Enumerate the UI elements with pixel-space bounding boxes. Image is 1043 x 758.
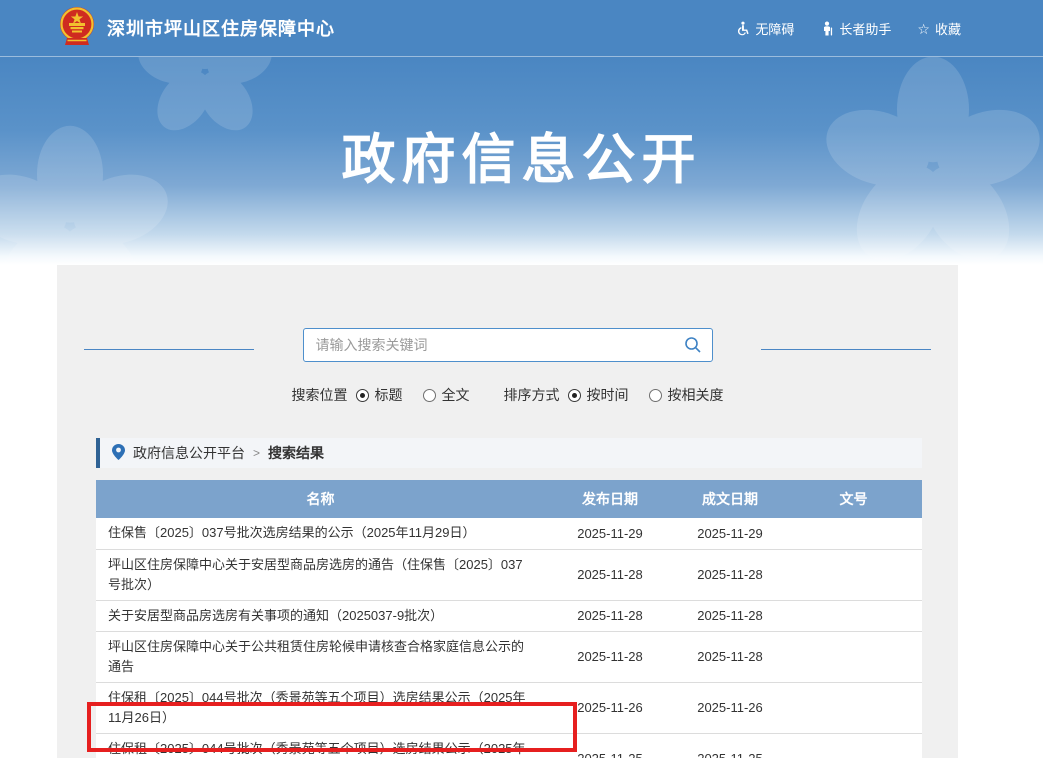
favorite-link[interactable]: ☆ 收藏 <box>917 19 961 38</box>
column-header-name: 名称 <box>96 480 545 518</box>
search-area <box>57 328 958 362</box>
location-pin-icon <box>112 444 125 463</box>
site-title[interactable]: 深圳市坪山区住房保障中心 <box>107 15 335 41</box>
radio-option-fulltext[interactable]: 全文 <box>423 385 470 405</box>
site-brand[interactable]: 深圳市坪山区住房保障中心 <box>57 5 335 52</box>
header-links: 无障碍 长者助手 ☆ 收藏 <box>735 0 961 57</box>
column-header-written-date: 成文日期 <box>675 480 785 518</box>
publish-date: 2025-11-28 <box>545 631 675 682</box>
table-row: 住保售〔2025〕037号批次选房结果的公示（2025年11月29日） 2025… <box>96 518 922 549</box>
page: 深圳市坪山区住房保障中心 无障碍 <box>0 0 1043 758</box>
elder-assist-label: 长者助手 <box>839 19 891 38</box>
publish-date: 2025-11-25 <box>545 733 675 758</box>
doc-number <box>785 631 922 682</box>
national-emblem-icon <box>57 5 97 52</box>
breadcrumb-current[interactable]: 搜索结果 <box>268 443 324 463</box>
publish-date: 2025-11-29 <box>545 518 675 549</box>
document-link[interactable]: 住保租〔2025〕044号批次（秀景苑等五个项目）选房结果公示（2025年11月… <box>96 733 545 758</box>
document-link[interactable]: 坪山区住房保障中心关于安居型商品房选房的通告（住保售〔2025〕037号批次） <box>96 549 545 600</box>
banner: 政府信息公开 <box>0 57 1043 265</box>
written-date: 2025-11-28 <box>675 549 785 600</box>
written-date: 2025-11-28 <box>675 631 785 682</box>
document-link[interactable]: 住保租〔2025〕044号批次（秀景苑等五个项目）选房结果公示（2025年11月… <box>96 682 545 733</box>
accessibility-icon <box>735 21 750 36</box>
radio-icon[interactable] <box>356 389 369 402</box>
top-header: 深圳市坪山区住房保障中心 无障碍 <box>0 0 1043 57</box>
publish-date: 2025-11-28 <box>545 600 675 631</box>
elder-assist-icon <box>820 21 834 36</box>
table-row: 关于安居型商品房选房有关事项的通知（2025037-9批次） 2025-11-2… <box>96 600 922 631</box>
radio-label: 按相关度 <box>668 385 724 405</box>
written-date: 2025-11-25 <box>675 733 785 758</box>
accessibility-link[interactable]: 无障碍 <box>735 19 794 38</box>
search-input[interactable] <box>304 329 712 361</box>
favorite-label: 收藏 <box>935 19 961 38</box>
breadcrumb-separator: > <box>253 446 260 460</box>
radio-label: 标题 <box>375 385 403 405</box>
search-position-label: 搜索位置 <box>292 385 348 405</box>
doc-number <box>785 733 922 758</box>
written-date: 2025-11-26 <box>675 682 785 733</box>
radio-option-byrelevance[interactable]: 按相关度 <box>649 385 724 405</box>
table-row: 坪山区住房保障中心关于安居型商品房选房的通告（住保售〔2025〕037号批次） … <box>96 549 922 600</box>
doc-number <box>785 549 922 600</box>
radio-option-title[interactable]: 标题 <box>356 385 403 405</box>
doc-number <box>785 600 922 631</box>
doc-number <box>785 518 922 549</box>
elder-assist-link[interactable]: 长者助手 <box>820 19 891 38</box>
search-box <box>303 328 713 362</box>
document-link[interactable]: 坪山区住房保障中心关于公共租赁住房轮候申请核查合格家庭信息公示的通告 <box>96 631 545 682</box>
page-title: 政府信息公开 <box>0 115 1043 194</box>
table-header-row: 名称 发布日期 成文日期 文号 <box>96 480 922 518</box>
column-header-publish-date: 发布日期 <box>545 480 675 518</box>
publish-date: 2025-11-28 <box>545 549 675 600</box>
table-row: 坪山区住房保障中心关于公共租赁住房轮候申请核查合格家庭信息公示的通告 2025-… <box>96 631 922 682</box>
accessibility-label: 无障碍 <box>755 19 794 38</box>
doc-number <box>785 682 922 733</box>
radio-label: 按时间 <box>587 385 629 405</box>
radio-option-bytime[interactable]: 按时间 <box>568 385 629 405</box>
radio-icon[interactable] <box>649 389 662 402</box>
content-panel: 搜索位置 标题 全文 排序方式 按时间 按相关度 <box>57 265 958 758</box>
radio-icon[interactable] <box>568 389 581 402</box>
written-date: 2025-11-29 <box>675 518 785 549</box>
radio-label: 全文 <box>442 385 470 405</box>
radio-icon[interactable] <box>423 389 436 402</box>
results-table: 名称 发布日期 成文日期 文号 住保售〔2025〕037号批次选房结果的公示（2… <box>96 480 922 758</box>
table-row: 住保租〔2025〕044号批次（秀景苑等五个项目）选房结果公示（2025年11月… <box>96 733 922 758</box>
sort-mode-label: 排序方式 <box>504 385 560 405</box>
document-link[interactable]: 关于安居型商品房选房有关事项的通知（2025037-9批次） <box>96 600 545 631</box>
publish-date: 2025-11-26 <box>545 682 675 733</box>
search-icon[interactable] <box>684 336 702 359</box>
written-date: 2025-11-28 <box>675 600 785 631</box>
breadcrumb: 政府信息公开平台 > 搜索结果 <box>96 438 922 468</box>
search-options: 搜索位置 标题 全文 排序方式 按时间 按相关度 <box>57 385 958 405</box>
star-icon: ☆ <box>917 22 930 36</box>
column-header-doc-number: 文号 <box>785 480 922 518</box>
document-link[interactable]: 住保售〔2025〕037号批次选房结果的公示（2025年11月29日） <box>96 518 545 549</box>
table-row: 住保租〔2025〕044号批次（秀景苑等五个项目）选房结果公示（2025年11月… <box>96 682 922 733</box>
breadcrumb-root[interactable]: 政府信息公开平台 <box>133 443 245 463</box>
